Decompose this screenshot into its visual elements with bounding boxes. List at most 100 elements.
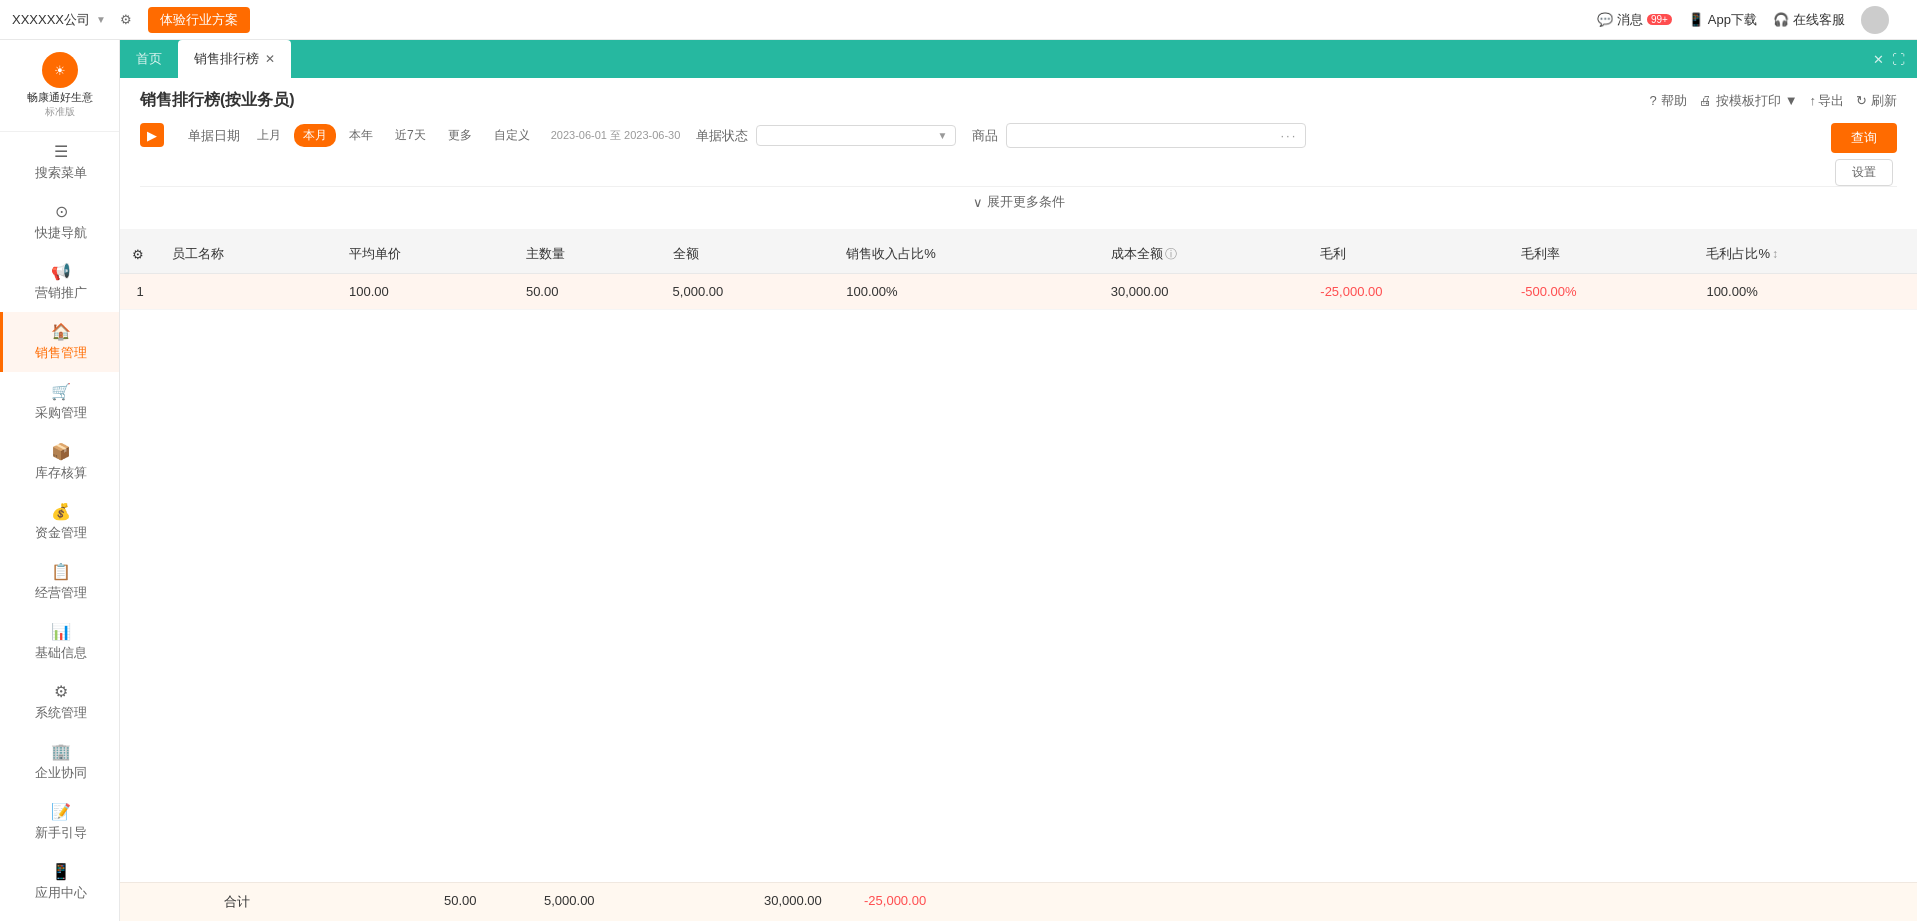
date-buttons: 上月 本月 本年 近7天 更多 自定义 <box>248 124 539 147</box>
sidebar-label-quicknav: 快捷导航 <box>35 224 87 242</box>
message-badge: 99+ <box>1647 14 1672 25</box>
tab-bar-right: ✕ ⛶ <box>1873 52 1917 67</box>
window-expand-icon[interactable]: ⛶ <box>1892 52 1905 67</box>
logo-sub: 标准版 <box>45 105 75 119</box>
sidebar-item-search[interactable]: ☰ 搜索菜单 <box>0 132 119 192</box>
status-label: 单据状态 <box>696 127 748 145</box>
help-icon: ? <box>1649 93 1656 108</box>
sidebar-item-appcenter[interactable]: 📱 应用中心 <box>0 852 119 912</box>
sidebar-item-purchase[interactable]: 🛒 采购管理 <box>0 372 119 432</box>
footer-gross: -25,000.00 <box>852 893 952 911</box>
th-gross-ratio-label: 毛利占比%↕ <box>1706 245 1778 263</box>
goods-dots-icon[interactable]: ··· <box>1281 128 1298 143</box>
cell-amount: 5,000.00 <box>661 274 835 310</box>
sidebar-item-quicknav[interactable]: ⊙ 快捷导航 <box>0 192 119 252</box>
chevron-down-icon: ▼ <box>96 14 106 25</box>
filter-container: 销售排行榜(按业务员) ? 帮助 🖨 按模板打印 ▼ ↑ <box>120 78 1917 229</box>
refresh-btn[interactable]: ↻ 刷新 <box>1856 92 1897 110</box>
goods-filter: 商品 ··· <box>972 123 1306 148</box>
footer-amount: 5,000.00 <box>532 893 632 911</box>
th-name: 员工名称 <box>160 235 337 274</box>
tab-close-icon[interactable]: ✕ <box>265 52 275 66</box>
expand-label: 展开更多条件 <box>987 193 1065 211</box>
export-btn[interactable]: ↑ 导出 <box>1810 92 1845 110</box>
sidebar-item-beginner[interactable]: 📝 新手引导 <box>0 792 119 852</box>
sidebar-item-enterprise[interactable]: 🏢 企业协同 <box>0 732 119 792</box>
footer-qty: 50.00 <box>432 893 532 911</box>
cell-cost: 30,000.00 <box>1099 274 1309 310</box>
th-gross: 毛利 <box>1308 235 1509 274</box>
th-avg-price: 平均单价 <box>337 235 514 274</box>
status-filter: 单据状态 ▼ <box>696 125 956 146</box>
cost-help-icon[interactable]: ⓘ <box>1165 246 1177 263</box>
message-btn[interactable]: 💬 消息 99+ <box>1597 11 1672 29</box>
sidebar-label-purchase: 采购管理 <box>35 404 87 422</box>
table-header: ⚙ 员工名称 平均单价 主数量 全额 销售收入占比% 成本全额ⓘ 毛利 <box>120 235 1917 274</box>
column-settings-button[interactable]: 设置 <box>1835 159 1893 186</box>
table-row: 1 100.00 50.00 5,000.00 100.00% 30,000.0… <box>120 274 1917 310</box>
sun-icon: ☀ <box>54 63 66 78</box>
sidebar-label-appcenter: 应用中心 <box>35 884 87 902</box>
beginner-icon: 📝 <box>51 802 71 821</box>
table-wrap: ⚙ 员工名称 平均单价 主数量 全额 销售收入占比% 成本全额ⓘ 毛利 <box>120 235 1917 882</box>
this-year-btn[interactable]: 本年 <box>340 124 382 147</box>
main-layout: ☀ 畅康通好生意 标准版 ☰ 搜索菜单 ⊙ 快捷导航 📢 营销推广 🏠 销售管理… <box>0 40 1917 921</box>
online-service-btn[interactable]: 🎧 在线客服 <box>1773 11 1845 29</box>
finance-icon: 💰 <box>51 502 71 521</box>
message-label: 消息 <box>1617 11 1643 29</box>
cell-name <box>160 274 337 310</box>
gross-ratio-help-icon[interactable]: ↕ <box>1772 247 1778 261</box>
goods-select[interactable]: ··· <box>1006 123 1306 148</box>
logo-icon: ☀ <box>42 52 78 88</box>
company-name: XXXXXX公司 <box>12 11 90 29</box>
query-button[interactable]: 查询 <box>1831 123 1897 153</box>
sidebar-item-inventory[interactable]: 📦 库存核算 <box>0 432 119 492</box>
sidebar-item-marketing[interactable]: 📢 营销推广 <box>0 252 119 312</box>
th-gross-ratio: 毛利占比%↕ <box>1694 235 1917 274</box>
export-icon: ↑ <box>1810 93 1817 108</box>
page-title-row: 销售排行榜(按业务员) ? 帮助 🖨 按模板打印 ▼ ↑ <box>140 90 1897 111</box>
collapse-arrow-btn[interactable]: ▶ <box>140 123 164 147</box>
more-date-btn[interactable]: 更多 <box>439 124 481 147</box>
help-btn[interactable]: ? 帮助 <box>1649 92 1686 110</box>
sidebar-item-finance[interactable]: 💰 资金管理 <box>0 492 119 552</box>
footer-label <box>132 893 212 911</box>
filter-row-1: 单据日期 上月 本月 本年 近7天 更多 自定义 2023-06-01 至 20… <box>188 123 1819 148</box>
last7days-btn[interactable]: 近7天 <box>386 124 435 147</box>
company-selector[interactable]: XXXXXX公司 ▼ <box>12 11 106 29</box>
purchase-icon: 🛒 <box>51 382 71 401</box>
avatar[interactable] <box>1861 6 1889 34</box>
tab-sales-rank[interactable]: 销售排行榜 ✕ <box>178 40 291 78</box>
template-print-btn[interactable]: 🖨 按模板打印 ▼ <box>1699 92 1798 110</box>
settings-icon[interactable]: ⚙ <box>114 8 138 32</box>
trial-button[interactable]: 体验行业方案 <box>148 7 250 33</box>
th-settings[interactable]: ⚙ <box>120 235 160 274</box>
appcenter-icon: 📱 <box>51 862 71 881</box>
expand-bar[interactable]: ∨ 展开更多条件 <box>140 186 1897 217</box>
sidebar-label-operations: 经营管理 <box>35 584 87 602</box>
table-footer: 合计 50.00 5,000.00 30,000.00 -25,000.00 <box>120 882 1917 921</box>
sidebar-item-wechat[interactable]: 💬 企业微信 <box>0 912 119 921</box>
export-label: 导出 <box>1818 92 1844 110</box>
app-download-btn[interactable]: 📱 App下载 <box>1688 11 1757 29</box>
message-icon: 💬 <box>1597 12 1613 27</box>
top-right: 💬 消息 99+ 📱 App下载 🎧 在线客服 <box>1597 6 1905 34</box>
window-close-icon[interactable]: ✕ <box>1873 52 1884 67</box>
status-select[interactable]: ▼ <box>756 125 956 146</box>
this-month-btn[interactable]: 本月 <box>294 124 336 147</box>
sidebar-item-operations[interactable]: 📋 经营管理 <box>0 552 119 612</box>
sidebar-label-inventory: 库存核算 <box>35 464 87 482</box>
sidebar-logo: ☀ 畅康通好生意 标准版 <box>0 40 119 132</box>
content-area: 首页 销售排行榜 ✕ ✕ ⛶ 销售排行榜(按业务员) ? <box>120 40 1917 921</box>
app-download-icon: 📱 <box>1688 12 1704 27</box>
footer-avg-price <box>332 893 432 911</box>
th-sales-ratio: 销售收入占比% <box>834 235 1098 274</box>
footer-cost: 30,000.00 <box>752 893 852 911</box>
sidebar-item-sales[interactable]: 🏠 销售管理 <box>0 312 119 372</box>
custom-date-btn[interactable]: 自定义 <box>485 124 539 147</box>
prev-month-btn[interactable]: 上月 <box>248 124 290 147</box>
cell-gross-rate: -500.00% <box>1509 274 1694 310</box>
sidebar-item-system[interactable]: ⚙ 系统管理 <box>0 672 119 732</box>
tab-home[interactable]: 首页 <box>120 40 178 78</box>
sidebar-item-basicinfo[interactable]: 📊 基础信息 <box>0 612 119 672</box>
